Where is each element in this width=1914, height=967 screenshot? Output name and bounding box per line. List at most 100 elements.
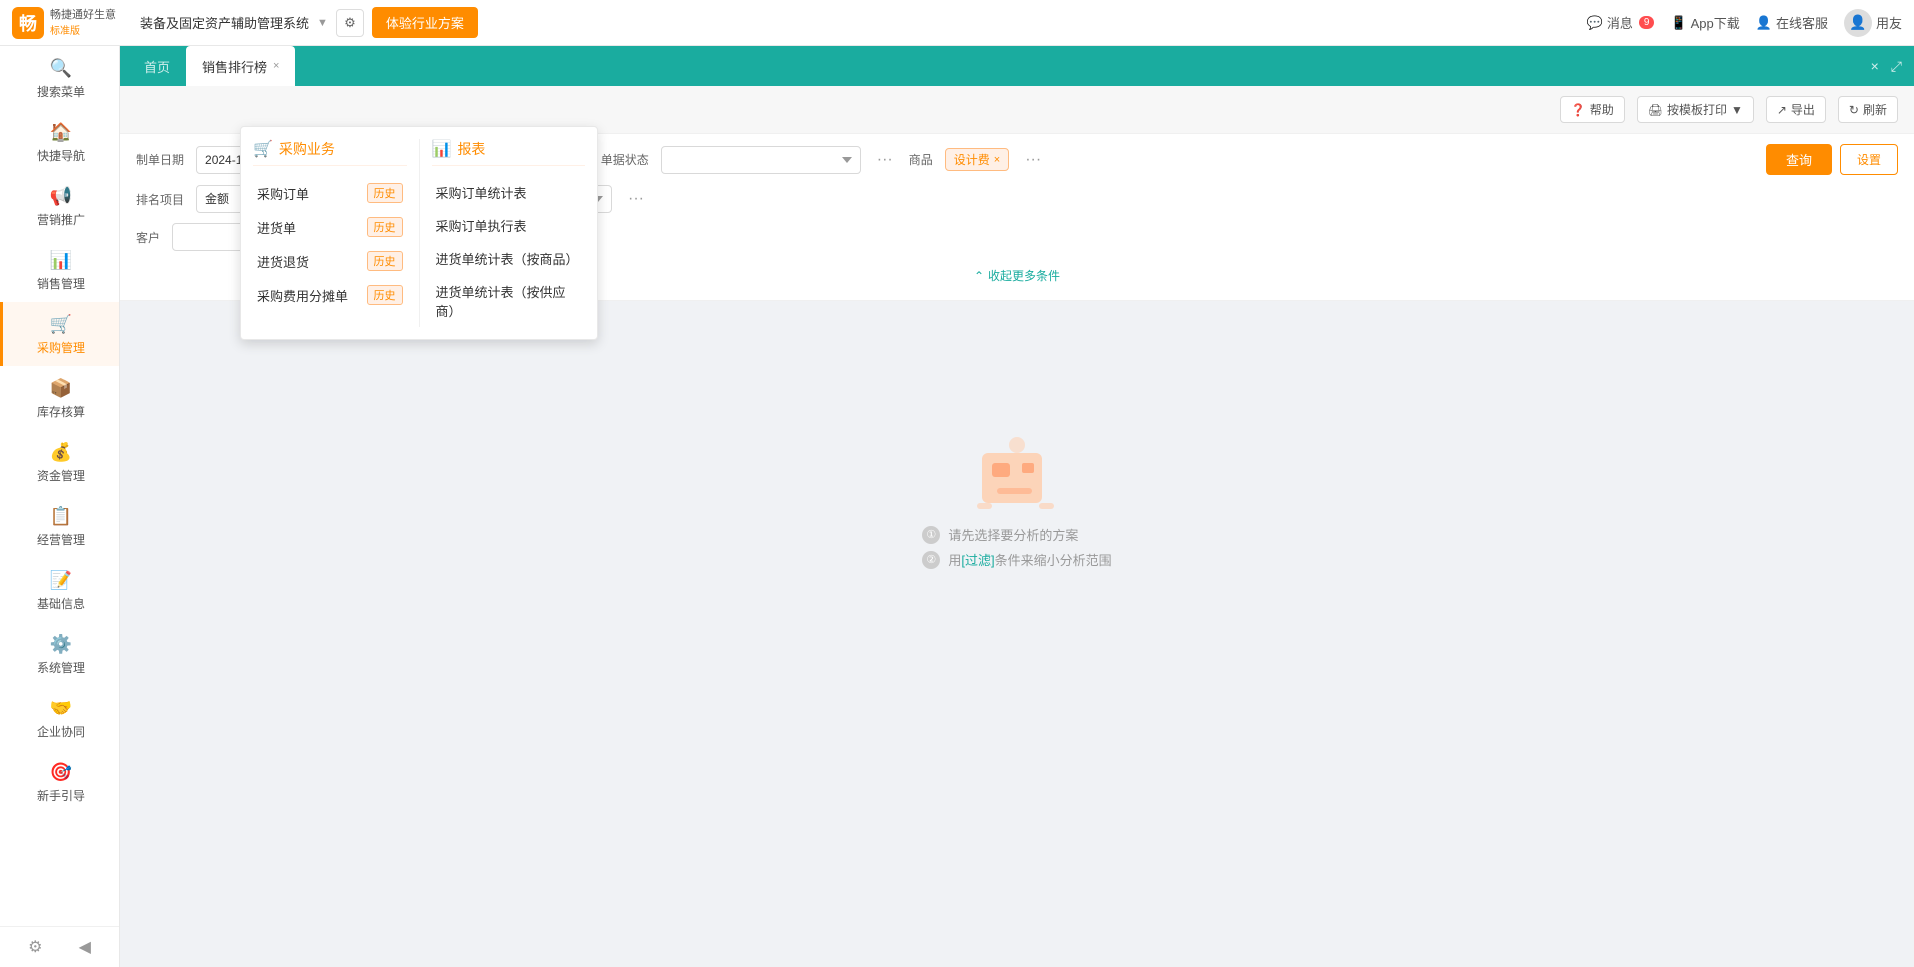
- print-dropdown-icon[interactable]: ▼: [1731, 103, 1743, 117]
- tab-restore-btn[interactable]: ×: [1867, 54, 1883, 78]
- sidebar-settings-btn[interactable]: ⚙: [28, 937, 42, 957]
- settings-filter-btn[interactable]: 设置: [1840, 144, 1898, 175]
- query-btn[interactable]: 查询: [1766, 144, 1832, 175]
- sidebar-item-marketing[interactable]: 📢 营销推广: [0, 174, 119, 238]
- logo-area: 畅 畅捷通好生意 标准版: [12, 7, 132, 39]
- sidebar-item-quick-nav[interactable]: 🏠 快捷导航: [0, 110, 119, 174]
- purchase-return-history[interactable]: 历史: [367, 251, 403, 271]
- sidebar-item-quick-nav-label: 快捷导航: [37, 147, 85, 164]
- rank-filter-label: 排名项目: [136, 191, 184, 208]
- sidebar-collapse-btn[interactable]: ◀: [79, 937, 91, 957]
- sidebar-item-finance[interactable]: 💰 资金管理: [0, 430, 119, 494]
- refresh-label: 刷新: [1863, 101, 1887, 118]
- tip-num-1: ①: [922, 526, 940, 544]
- tab-maximize-btn[interactable]: ⤢: [1887, 54, 1906, 79]
- inventory-icon: 📦: [50, 378, 72, 399]
- collapse-label: 收起更多条件: [988, 267, 1060, 284]
- system-title-area: 装备及固定资产辅助管理系统 ▼ ⚙ 体验行业方案: [140, 7, 1587, 38]
- sidebar-item-purchase[interactable]: 🛒 采购管理: [0, 302, 119, 366]
- purchase-goods-history[interactable]: 历史: [367, 217, 403, 237]
- print-label: 按模板打印: [1667, 101, 1727, 118]
- menu-item-supplier-stats[interactable]: 进货单统计表（按供应商）: [432, 275, 586, 327]
- app-download-btn[interactable]: 📱 App下载: [1670, 13, 1739, 32]
- logo-icon: 畅: [12, 7, 44, 39]
- goods-stats-label: 进货单统计表（按商品）: [436, 249, 579, 268]
- customer-filter-label: 客户: [136, 229, 160, 246]
- purchase-order-history[interactable]: 历史: [367, 183, 403, 203]
- sidebar-item-guide[interactable]: 🎯 新手引导: [0, 750, 119, 814]
- print-btn[interactable]: 🖨 按模板打印 ▼: [1637, 96, 1754, 123]
- salesperson-dots-btn[interactable]: ···: [624, 190, 648, 208]
- sidebar-item-sales[interactable]: 📊 销售管理: [0, 238, 119, 302]
- sidebar-item-operations[interactable]: 📋 经营管理: [0, 494, 119, 558]
- sidebar-item-enterprise-label: 企业协同: [37, 723, 85, 740]
- menu-item-purchase-goods[interactable]: 进货单 历史: [253, 210, 407, 244]
- sidebar-item-search[interactable]: 🔍 搜索菜单: [0, 46, 119, 110]
- finance-icon: 💰: [50, 442, 72, 463]
- phone-icon: 📱: [1670, 15, 1686, 31]
- sales-icon: 📊: [50, 250, 72, 271]
- app-download-label: App下载: [1691, 13, 1740, 32]
- menu-item-order-exec[interactable]: 采购订单执行表: [432, 209, 586, 242]
- user-area[interactable]: 👤 用友: [1844, 9, 1902, 37]
- marketing-icon: 📢: [50, 186, 72, 207]
- goods-tag-remove-btn[interactable]: ×: [994, 154, 1000, 166]
- action-btns: 查询 设置: [1766, 144, 1898, 175]
- menu-item-order-stats[interactable]: 采购订单统计表: [432, 176, 586, 209]
- tab-bar: 首页 销售排行榜 × × ⤢: [120, 46, 1914, 86]
- report-menu-section: 📊 报表 采购订单统计表 采购订单执行表 进货单统计表（按商品） 进货单统计表（…: [419, 139, 598, 327]
- purchase-section-label: 采购业务: [279, 139, 335, 159]
- order-exec-label: 采购订单执行表: [436, 216, 527, 235]
- empty-robot-svg: [967, 433, 1067, 523]
- system-dropdown-btn[interactable]: ▼: [317, 17, 328, 29]
- search-icon: 🔍: [50, 58, 72, 79]
- sidebar-bottom: ⚙ ◀: [0, 926, 119, 967]
- main-layout: 🔍 搜索菜单 🏠 快捷导航 📢 营销推广 📊 销售管理 🛒 采购管理 📦 库存核…: [0, 0, 1914, 967]
- tab-home[interactable]: 首页: [128, 46, 186, 86]
- tab-sales-rank[interactable]: 销售排行榜 ×: [186, 46, 295, 86]
- help-btn[interactable]: ❓ 帮助: [1560, 96, 1625, 123]
- filter-highlight: [过滤]: [961, 553, 994, 568]
- menu-item-purchase-expense[interactable]: 采购费用分摊单 历史: [253, 278, 407, 312]
- menu-item-purchase-order[interactable]: 采购订单 历史: [253, 176, 407, 210]
- dropdown-menu: 🛒 采购业务 采购订单 历史 进货单 历史 进货退货 历史: [240, 126, 598, 340]
- menu-item-goods-stats[interactable]: 进货单统计表（按商品）: [432, 242, 586, 275]
- system-title: 装备及固定资产辅助管理系统: [140, 13, 309, 32]
- sidebar-item-basic-info-label: 基础信息: [37, 595, 85, 612]
- top-right-area: 💬 消息 9 📱 App下载 👤 在线客服 👤 用友: [1587, 9, 1902, 37]
- sidebar-item-guide-label: 新手引导: [37, 787, 85, 804]
- status-select[interactable]: [661, 146, 861, 174]
- status-dots-btn[interactable]: ···: [873, 151, 897, 169]
- help-label: 帮助: [1590, 101, 1614, 118]
- goods-tag: 设计费 ×: [945, 148, 1009, 171]
- sidebar-item-inventory-label: 库存核算: [37, 403, 85, 420]
- menu-item-purchase-return[interactable]: 进货退货 历史: [253, 244, 407, 278]
- industry-btn[interactable]: 体验行业方案: [372, 7, 478, 38]
- refresh-btn[interactable]: ↻ 刷新: [1838, 96, 1898, 123]
- top-bar: 畅 畅捷通好生意 标准版 装备及固定资产辅助管理系统 ▼ ⚙ 体验行业方案 💬 …: [0, 0, 1914, 46]
- collapse-chevron-icon: ⌃: [974, 269, 984, 283]
- message-icon: 💬: [1587, 15, 1603, 31]
- main-content: 首页 销售排行榜 × × ⤢ 🛒 采购业务: [120, 46, 1914, 967]
- online-service-btn[interactable]: 👤 在线客服: [1756, 13, 1828, 32]
- settings-gear-btn[interactable]: ⚙: [336, 9, 364, 37]
- order-stats-label: 采购订单统计表: [436, 183, 527, 202]
- logo-text-area: 畅捷通好生意 标准版: [50, 8, 116, 37]
- sidebar-item-basic-info[interactable]: 📝 基础信息: [0, 558, 119, 622]
- messages-btn[interactable]: 💬 消息 9: [1587, 13, 1655, 32]
- logo-badge: 标准版: [50, 22, 116, 37]
- sidebar-item-finance-label: 资金管理: [37, 467, 85, 484]
- sidebar-item-enterprise[interactable]: 🤝 企业协同: [0, 686, 119, 750]
- export-btn[interactable]: ↗ 导出: [1766, 96, 1826, 123]
- sidebar-item-inventory[interactable]: 📦 库存核算: [0, 366, 119, 430]
- tab-close-btn[interactable]: ×: [273, 60, 279, 72]
- enterprise-icon: 🤝: [50, 698, 72, 719]
- tab-bar-right: × ⤢: [1867, 54, 1906, 79]
- purchase-section-title: 🛒 采购业务: [253, 139, 407, 166]
- purchase-expense-history[interactable]: 历史: [367, 285, 403, 305]
- goods-dots-btn[interactable]: ···: [1021, 151, 1045, 169]
- tab-home-label: 首页: [144, 57, 170, 76]
- sidebar-item-system[interactable]: ⚙️ 系统管理: [0, 622, 119, 686]
- operations-icon: 📋: [50, 506, 72, 527]
- system-icon: ⚙️: [50, 634, 72, 655]
